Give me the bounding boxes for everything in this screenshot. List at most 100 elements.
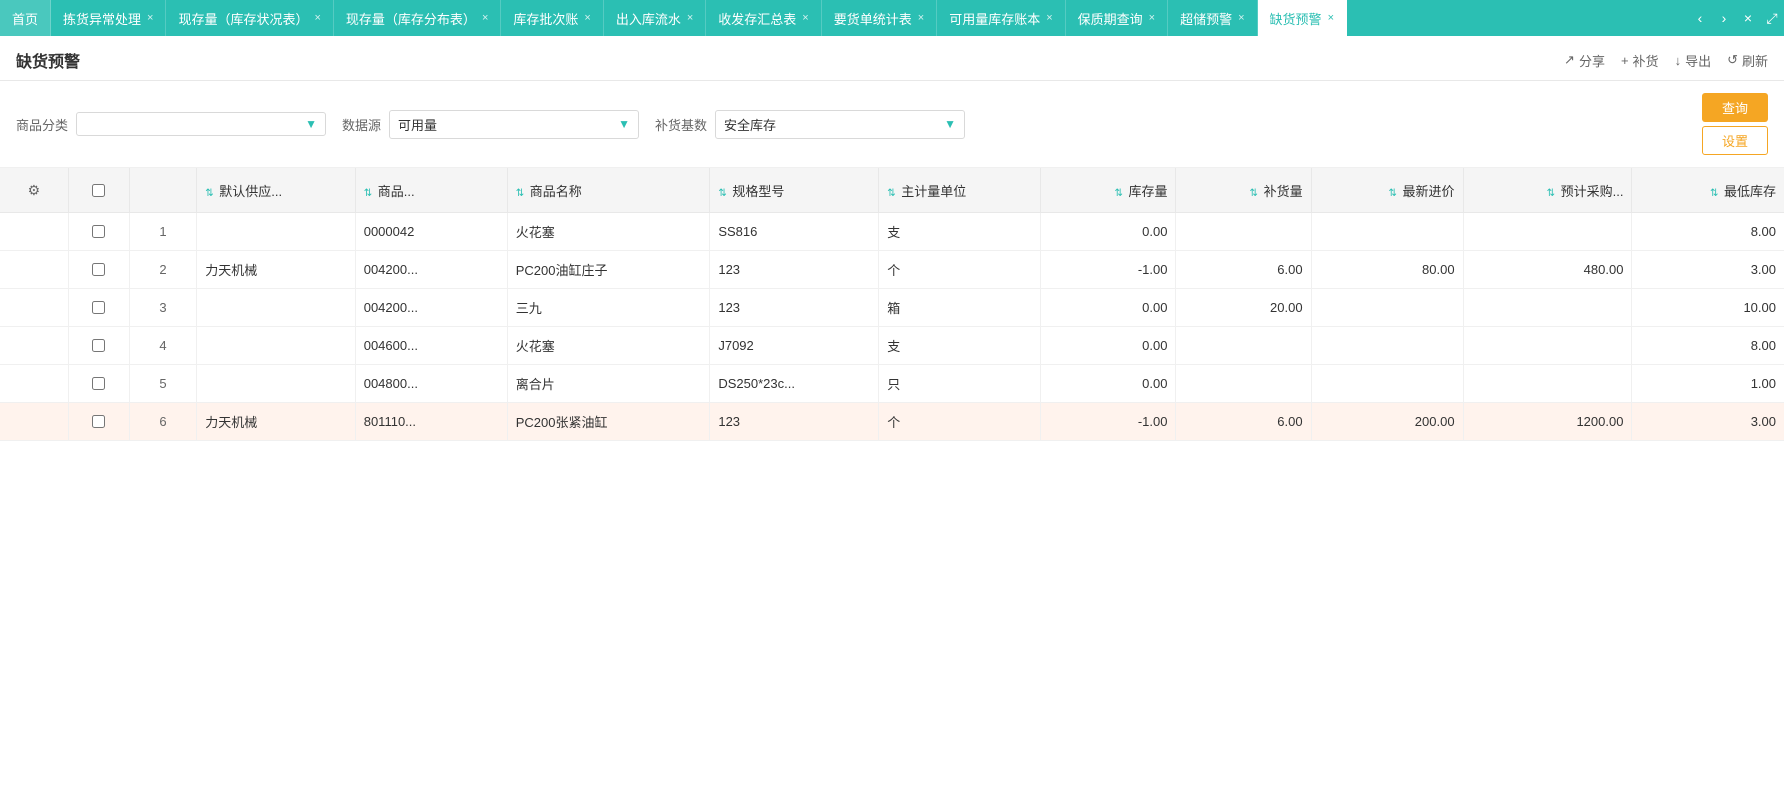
header-actions: ↗ 分享 + 补货 ↓ 导出 ↺ 刷新 [1564, 51, 1768, 70]
col-stock-header[interactable]: ⇅ 库存量 [1041, 168, 1176, 213]
row-checkbox[interactable] [92, 339, 105, 352]
row-code: 004800... [355, 365, 507, 403]
tab-batch-close[interactable]: × [584, 12, 590, 24]
col-price-header[interactable]: ⇅ 最新进价 [1311, 168, 1463, 213]
page-title: 缺货预警 [16, 48, 80, 72]
row-replenish [1176, 365, 1311, 403]
datasource-value: 可用量 [398, 115, 437, 134]
tab-receive-summary[interactable]: 收发存汇总表 × [706, 0, 821, 36]
row-settings-cell [0, 403, 68, 441]
row-estimated: 480.00 [1463, 251, 1632, 289]
row-unit: 只 [879, 365, 1041, 403]
col-estimated-header[interactable]: ⇅ 预计采购... [1463, 168, 1632, 213]
row-estimated [1463, 289, 1632, 327]
category-select[interactable]: ▼ [76, 112, 326, 136]
row-code: 004200... [355, 289, 507, 327]
col-settings[interactable]: ⚙ [0, 168, 68, 213]
tab-home[interactable]: 首页 [0, 0, 51, 36]
table-row: 5 004800... 离合片 DS250*23c... 只 0.00 1.00 [0, 365, 1784, 403]
row-unit: 个 [879, 403, 1041, 441]
row-estimated [1463, 213, 1632, 251]
sort-icon: ⇅ [364, 188, 372, 199]
replenish-button[interactable]: + 补货 [1621, 51, 1659, 70]
tab-prev-btn[interactable]: ‹ [1688, 0, 1712, 36]
tab-overstock[interactable]: 超储预警 × [1168, 0, 1257, 36]
sort-icon: ⇅ [1389, 188, 1397, 199]
tab-abnormal[interactable]: 拣货异常处理 × [51, 0, 166, 36]
row-name: 三九 [507, 289, 710, 327]
col-unit-header[interactable]: ⇅ 主计量单位 [879, 168, 1041, 213]
datasource-arrow-icon: ▼ [618, 117, 630, 131]
tab-expiry-close[interactable]: × [1149, 12, 1155, 24]
tab-fullscreen-btn[interactable]: ⤢ [1760, 0, 1784, 36]
tab-avail-close[interactable]: × [1046, 12, 1052, 24]
table-row: 4 004600... 火花塞 J7092 支 0.00 8.00 [0, 327, 1784, 365]
row-supplier [197, 213, 356, 251]
datasource-select[interactable]: 可用量 ▼ [389, 110, 639, 139]
filter-actions: 查询 设置 [1702, 93, 1768, 155]
tab-inout-flow[interactable]: 出入库流水 × [604, 0, 706, 36]
row-checkbox[interactable] [92, 301, 105, 314]
row-stock: 0.00 [1041, 327, 1176, 365]
row-supplier: 力天机械 [197, 251, 356, 289]
tab-order-stat[interactable]: 要货单统计表 × [822, 0, 937, 36]
tab-stock-status[interactable]: 现存量（库存状况表） × [166, 0, 333, 36]
tab-shortage[interactable]: 缺货预警 × [1258, 0, 1347, 36]
tab-avail-ledger[interactable]: 可用量库存账本 × [937, 0, 1065, 36]
sort-icon: ⇅ [887, 188, 895, 199]
row-estimated: 1200.00 [1463, 403, 1632, 441]
row-unit: 箱 [879, 289, 1041, 327]
row-name: 火花塞 [507, 327, 710, 365]
settings-button[interactable]: 设置 [1702, 126, 1768, 155]
col-code-header[interactable]: ⇅ 商品... [355, 168, 507, 213]
tab-receive-close[interactable]: × [802, 12, 808, 24]
tab-inout-close[interactable]: × [687, 12, 693, 24]
col-min-stock-header[interactable]: ⇅ 最低库存 [1632, 168, 1784, 213]
tab-abnormal-close[interactable]: × [147, 12, 153, 24]
tab-stock-dist[interactable]: 现存量（库存分布表） × [334, 0, 501, 36]
sort-icon: ⇅ [1547, 188, 1555, 199]
tab-close-all-btn[interactable]: × [1736, 0, 1760, 36]
tab-next-btn[interactable]: › [1712, 0, 1736, 36]
tab-shortage-close[interactable]: × [1328, 12, 1334, 24]
row-unit: 支 [879, 213, 1041, 251]
refresh-button[interactable]: ↺ 刷新 [1727, 51, 1768, 70]
row-supplier: 力天机械 [197, 403, 356, 441]
col-replenish-header[interactable]: ⇅ 补货量 [1176, 168, 1311, 213]
tab-batch[interactable]: 库存批次账 × [501, 0, 603, 36]
row-checkbox[interactable] [92, 263, 105, 276]
row-checkbox[interactable] [92, 225, 105, 238]
tab-expiry[interactable]: 保质期查询 × [1066, 0, 1168, 36]
query-button[interactable]: 查询 [1702, 93, 1768, 122]
tab-stock-status-close[interactable]: × [314, 12, 320, 24]
row-check-cell [68, 251, 129, 289]
row-unit: 支 [879, 327, 1041, 365]
replenish-base-filter: 补货基数 安全库存 ▼ [655, 110, 965, 139]
table-header-row: ⚙ ⇅ 默认供应... ⇅ 商品... [0, 168, 1784, 213]
col-spec-header[interactable]: ⇅ 规格型号 [710, 168, 879, 213]
row-num: 6 [129, 403, 197, 441]
table-row: 3 004200... 三九 123 箱 0.00 20.00 10.00 [0, 289, 1784, 327]
share-button[interactable]: ↗ 分享 [1564, 51, 1605, 70]
export-button[interactable]: ↓ 导出 [1675, 51, 1712, 70]
sort-icon: ⇅ [1114, 188, 1122, 199]
tab-order-close[interactable]: × [918, 12, 924, 24]
refresh-icon: ↺ [1727, 52, 1738, 68]
settings-icon[interactable]: ⚙ [22, 178, 46, 202]
row-stock: -1.00 [1041, 403, 1176, 441]
row-price [1311, 365, 1463, 403]
col-check [68, 168, 129, 213]
replenish-base-label: 补货基数 [655, 115, 707, 134]
row-checkbox[interactable] [92, 377, 105, 390]
export-icon: ↓ [1675, 53, 1682, 68]
tab-stock-dist-close[interactable]: × [482, 12, 488, 24]
tab-overstock-close[interactable]: × [1238, 12, 1244, 24]
col-supplier-header[interactable]: ⇅ 默认供应... [197, 168, 356, 213]
row-min-stock: 8.00 [1632, 213, 1784, 251]
select-all-checkbox[interactable] [92, 184, 105, 197]
row-min-stock: 3.00 [1632, 403, 1784, 441]
col-name-header[interactable]: ⇅ 商品名称 [507, 168, 710, 213]
replenish-base-select[interactable]: 安全库存 ▼ [715, 110, 965, 139]
row-checkbox[interactable] [92, 415, 105, 428]
row-replenish: 6.00 [1176, 403, 1311, 441]
